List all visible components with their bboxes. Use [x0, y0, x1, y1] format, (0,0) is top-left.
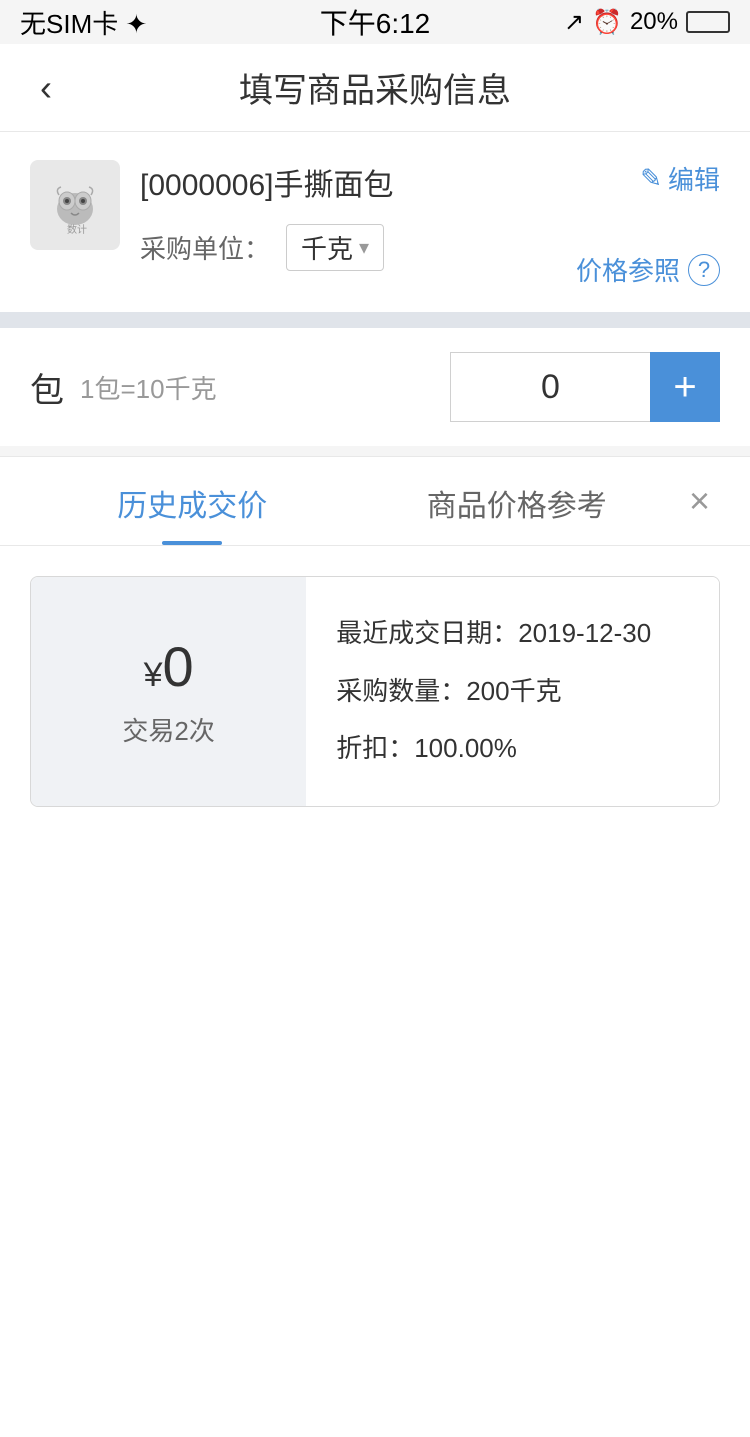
discount-row: 折扣：100.00% [336, 728, 689, 770]
recent-date-value: 2019-12-30 [518, 618, 651, 648]
bottom-space [0, 837, 750, 1437]
tab-history-price[interactable]: 历史成交价 [30, 457, 354, 545]
purchase-qty-value: 200千克 [466, 676, 561, 706]
plus-icon: + [673, 365, 696, 410]
unit-label: 采购单位： [140, 229, 270, 266]
tab-price-ref-label: 商品价格参考 [427, 490, 607, 523]
price-amount: 0 [162, 635, 193, 698]
svg-text:数计: 数计 [67, 223, 87, 235]
tab-content: ¥0 交易2次 最近成交日期：2019-12-30 采购数量：200千克 折扣：… [0, 546, 750, 837]
discount-value: 100.00% [414, 733, 517, 763]
edit-button[interactable]: ✎ 编辑 [640, 160, 720, 197]
pkg-label: 包 [30, 363, 64, 412]
battery-icon [686, 11, 730, 33]
tabs-header: 历史成交价 商品价格参考 × [0, 457, 750, 546]
edit-label: 编辑 [668, 160, 720, 197]
currency-symbol: ¥ [144, 656, 163, 694]
discount-label: 折扣： [336, 733, 414, 763]
price-ref-button[interactable]: 价格参照 ? [576, 251, 720, 288]
status-time: 下午6:12 [320, 2, 431, 42]
pkg-hint: 1包=10千克 [80, 369, 217, 406]
section-divider [0, 312, 750, 328]
close-button[interactable]: × [679, 470, 720, 532]
product-section: 数计 [0000006]手撕面包 采购单位： 千克 ▾ ✎ 编辑 [0, 132, 750, 312]
carrier-label: 无SIM卡 ✦ [20, 4, 147, 41]
product-header: 数计 [0000006]手撕面包 采购单位： 千克 ▾ ✎ 编辑 [30, 160, 720, 288]
product-name: [0000006]手撕面包 [140, 160, 393, 204]
quantity-section: 包 1包=10千克 + [0, 328, 750, 446]
price-card-right: 最近成交日期：2019-12-30 采购数量：200千克 折扣：100.00% [306, 577, 719, 806]
product-thumbnail: 数计 [30, 160, 120, 250]
quantity-right: + [450, 352, 720, 422]
unit-value: 千克 [301, 229, 353, 266]
price-card: ¥0 交易2次 最近成交日期：2019-12-30 采购数量：200千克 折扣：… [30, 576, 720, 807]
quantity-plus-button[interactable]: + [650, 352, 720, 422]
status-right: ↗ ⏰ 20% [564, 8, 730, 37]
price-ref-label: 价格参照 [576, 251, 680, 288]
product-unit-row: 采购单位： 千克 ▾ [140, 224, 393, 271]
tab-price-ref[interactable]: 商品价格参考 [354, 457, 678, 545]
purchase-qty-row: 采购数量：200千克 [336, 671, 689, 713]
purchase-qty-label: 采购数量： [336, 676, 466, 706]
recent-date-row: 最近成交日期：2019-12-30 [336, 613, 689, 655]
product-image-icon: 数计 [45, 175, 105, 235]
quantity-left: 包 1包=10千克 [30, 363, 217, 412]
back-button[interactable]: ‹ [30, 57, 62, 119]
page-title: 填写商品采购信息 [239, 63, 511, 112]
price-display: ¥0 [144, 634, 194, 699]
status-left: 无SIM卡 ✦ [20, 4, 147, 41]
tab-history-label: 历史成交价 [117, 490, 267, 523]
navigation-icon: ↗ [564, 8, 584, 37]
trade-count: 交易2次 [122, 711, 214, 748]
tab-active-indicator [162, 541, 222, 545]
page-header: ‹ 填写商品采购信息 [0, 44, 750, 132]
price-card-left: ¥0 交易2次 [31, 577, 306, 806]
unit-selector[interactable]: 千克 ▾ [286, 224, 384, 271]
product-info: [0000006]手撕面包 采购单位： 千克 ▾ [140, 160, 393, 271]
chevron-down-icon: ▾ [359, 235, 369, 260]
status-bar: 无SIM卡 ✦ 下午6:12 ↗ ⏰ 20% [0, 0, 750, 44]
alarm-icon: ⏰ [592, 8, 622, 37]
product-left: 数计 [0000006]手撕面包 采购单位： 千克 ▾ [30, 160, 393, 271]
help-icon: ? [688, 254, 720, 286]
quantity-input[interactable] [450, 352, 650, 422]
recent-date-label: 最近成交日期： [336, 618, 518, 648]
tabs-section: 历史成交价 商品价格参考 × ¥0 交易2次 最近成交日期：2019-12-30… [0, 456, 750, 837]
battery-percent: 20% [630, 8, 678, 36]
edit-icon: ✎ [640, 163, 662, 194]
